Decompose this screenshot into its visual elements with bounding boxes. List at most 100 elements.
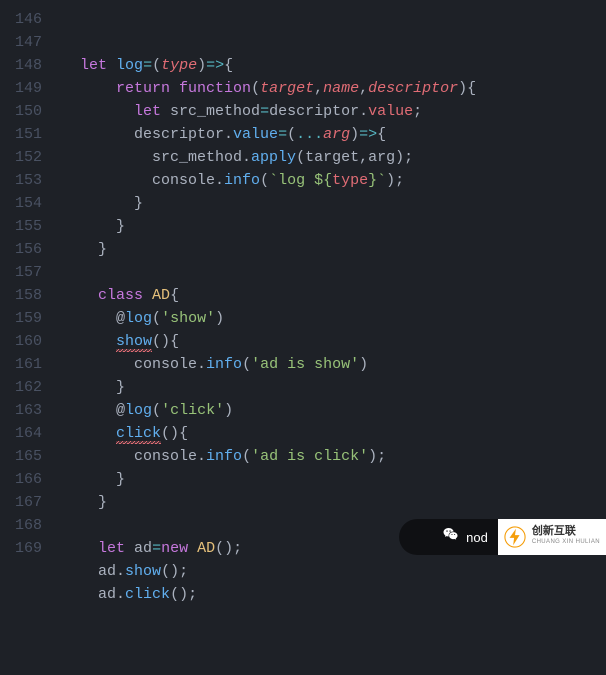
code-token: => [359, 126, 377, 143]
line-number: 154 [0, 192, 42, 215]
code-token: ( [161, 425, 170, 442]
code-token: return [116, 80, 170, 97]
code-token [62, 149, 152, 166]
code-token: value [368, 103, 413, 120]
code-token: apply [251, 149, 296, 166]
code-token [62, 195, 134, 212]
code-line: let log=(type)=>{ [62, 54, 606, 77]
code-token: show [116, 333, 152, 350]
code-token: } [98, 241, 107, 258]
code-token [170, 80, 179, 97]
code-token [62, 310, 116, 327]
bolt-icon [504, 526, 526, 548]
code-token: . [116, 563, 125, 580]
line-number: 160 [0, 330, 42, 353]
code-token: name [323, 80, 359, 97]
code-token: function [179, 80, 251, 97]
code-token: ) [215, 310, 224, 327]
code-token: target [260, 80, 314, 97]
code-token: click [125, 586, 170, 603]
code-token: info [224, 172, 260, 189]
code-token: ad [134, 540, 152, 557]
wechat-icon [413, 502, 460, 573]
code-token: AD [152, 287, 170, 304]
code-token: arg [323, 126, 350, 143]
code-token: ( [242, 448, 251, 465]
line-number: 151 [0, 123, 42, 146]
code-token: 'ad is click' [251, 448, 368, 465]
code-token: . [116, 586, 125, 603]
code-token [62, 126, 134, 143]
code-token: ; [395, 172, 404, 189]
watermark-overlay: nod 创新互联 CHUANG XIN HULIAN [399, 519, 606, 555]
code-token: click [116, 425, 161, 442]
line-number: 148 [0, 54, 42, 77]
logo-cn: 创新互联 [532, 526, 600, 537]
line-number: 169 [0, 537, 42, 560]
code-token: ad [98, 563, 116, 580]
code-token: ; [179, 563, 188, 580]
line-number: 152 [0, 146, 42, 169]
code-token: { [170, 287, 179, 304]
code-token [125, 540, 134, 557]
code-token: 'show' [161, 310, 215, 327]
code-token [188, 540, 197, 557]
code-token [62, 379, 116, 396]
code-line: class AD{ [62, 284, 606, 307]
code-token: @ [116, 402, 125, 419]
line-number: 156 [0, 238, 42, 261]
code-token: ; [188, 586, 197, 603]
code-line: } [62, 238, 606, 261]
code-line: } [62, 491, 606, 514]
code-token: } [98, 494, 107, 511]
code-token: ) [170, 563, 179, 580]
code-token: ) [458, 80, 467, 97]
code-token: target [305, 149, 359, 166]
code-token: ... [296, 126, 323, 143]
code-token: ; [233, 540, 242, 557]
code-token [62, 287, 98, 304]
line-number: 153 [0, 169, 42, 192]
code-token: ; [413, 103, 422, 120]
line-number: 150 [0, 100, 42, 123]
code-token: = [260, 103, 269, 120]
line-number: 161 [0, 353, 42, 376]
code-token: log [116, 57, 143, 74]
code-token [62, 425, 116, 442]
code-token: ) [224, 540, 233, 557]
code-token: ; [404, 149, 413, 166]
code-token: }` [368, 172, 386, 189]
code-token: . [359, 103, 368, 120]
code-line: show(){ [62, 330, 606, 353]
code-token: . [197, 448, 206, 465]
code-token: descriptor [368, 80, 458, 97]
code-token [161, 103, 170, 120]
code-token [62, 241, 98, 258]
code-token: let [98, 540, 125, 557]
code-token: { [224, 57, 233, 74]
code-line: console.info(`log ${type}`); [62, 169, 606, 192]
line-number: 147 [0, 31, 42, 54]
code-token [143, 287, 152, 304]
code-line: console.info('ad is show') [62, 353, 606, 376]
code-token: ( [215, 540, 224, 557]
code-token: . [224, 126, 233, 143]
code-token: , [359, 149, 368, 166]
code-token [62, 402, 116, 419]
code-token: ) [179, 586, 188, 603]
line-number: 162 [0, 376, 42, 399]
code-line: click(){ [62, 422, 606, 445]
code-token [62, 57, 80, 74]
code-token: show [125, 563, 161, 580]
code-token: ) [386, 172, 395, 189]
line-number: 164 [0, 422, 42, 445]
code-token [62, 540, 98, 557]
line-number: 163 [0, 399, 42, 422]
code-token [62, 333, 116, 350]
wechat-pill: nod [399, 519, 502, 555]
code-token [62, 494, 98, 511]
line-number: 146 [0, 8, 42, 31]
code-token: console [152, 172, 215, 189]
code-token: ) [161, 333, 170, 350]
code-line: console.info('ad is click'); [62, 445, 606, 468]
